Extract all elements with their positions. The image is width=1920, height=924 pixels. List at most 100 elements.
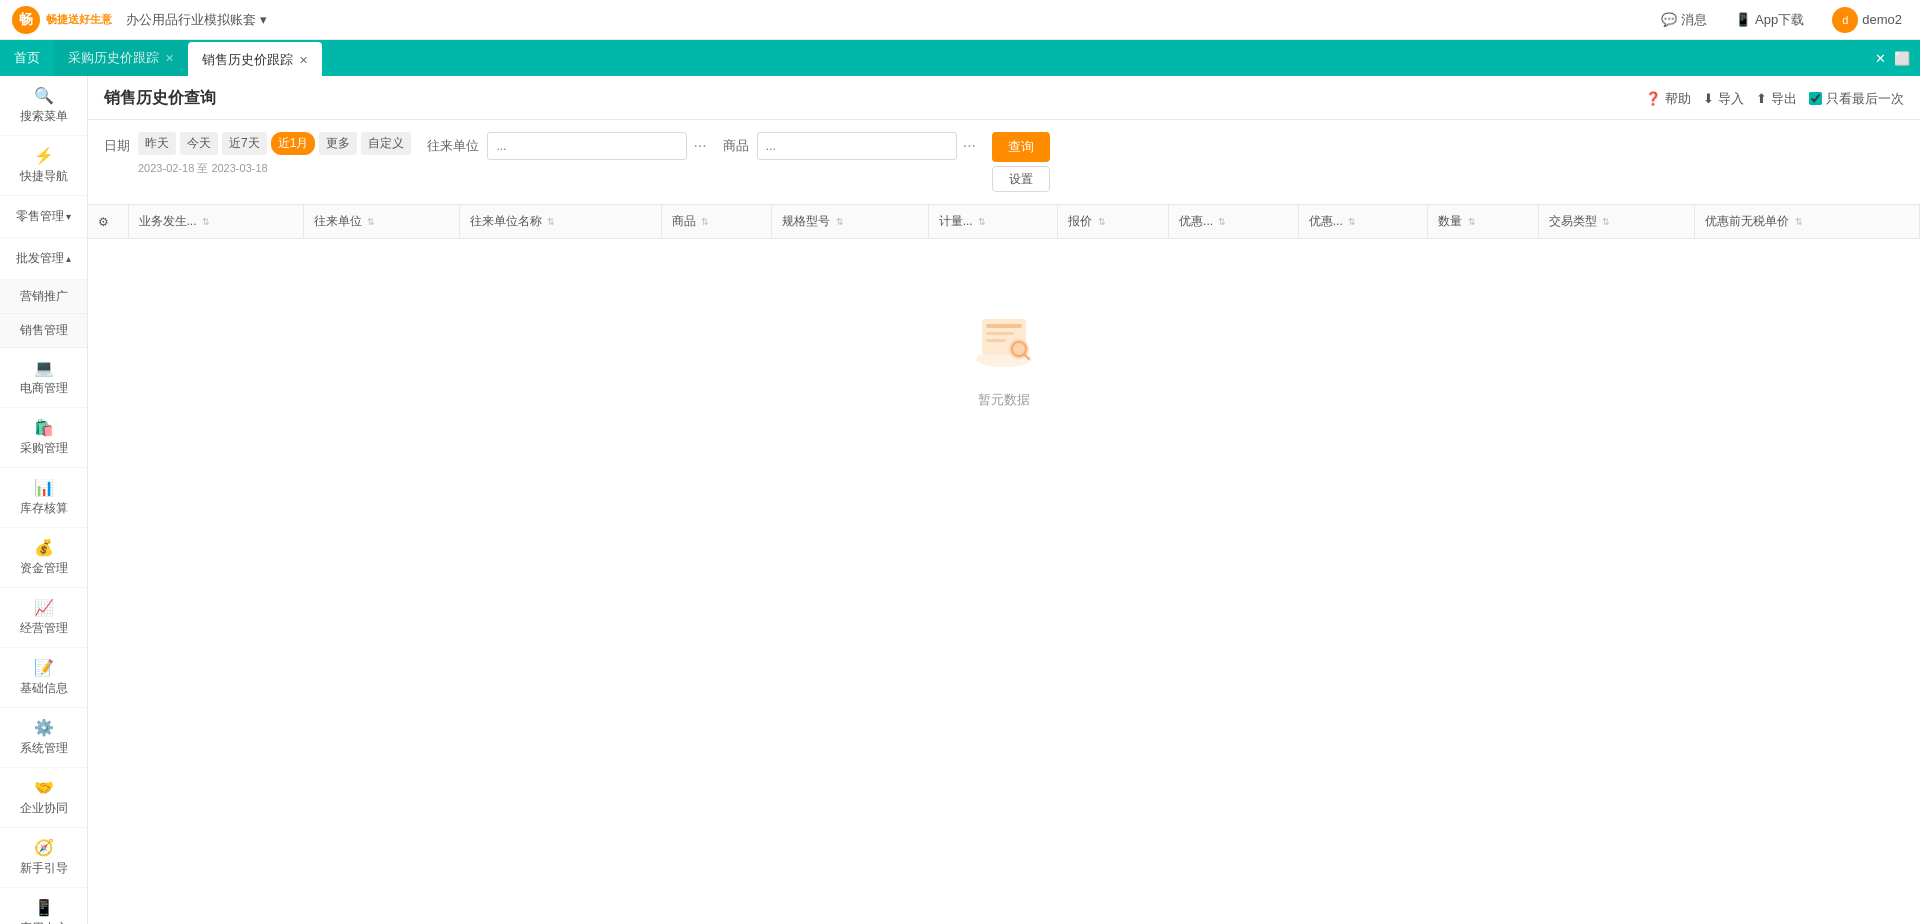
col-partner[interactable]: 往来单位 ⇅ xyxy=(303,205,459,239)
workspace-dropdown-icon: ▾ xyxy=(260,12,267,27)
sidebar-item-ecommerce[interactable]: 💻 电商管理 xyxy=(0,348,87,408)
marketing-label: 营销推广 xyxy=(20,289,68,303)
sidebar: 🔍 搜索菜单 ⚡ 快捷导航 零售管理 ▾ 批发管理 ▴ 营销推广 销售管理 💻 … xyxy=(0,76,88,924)
sidebar-item-enterprise[interactable]: 🤝 企业协同 xyxy=(0,768,87,828)
app-download-button[interactable]: 📱 App下载 xyxy=(1729,8,1810,32)
message-button[interactable]: 💬 消息 xyxy=(1655,8,1713,32)
tab-sales-history[interactable]: 销售历史价跟踪 ✕ xyxy=(188,42,322,76)
col-goods[interactable]: 商品 ⇅ xyxy=(661,205,772,239)
only-last-checkbox[interactable]: 只看最后一次 xyxy=(1809,90,1904,108)
help-button[interactable]: ❓ 帮助 xyxy=(1645,90,1691,108)
message-label: 消息 xyxy=(1681,11,1707,29)
sidebar-item-quicknav[interactable]: ⚡ 快捷导航 xyxy=(0,136,87,196)
tab-close-all-icon[interactable]: ✕ xyxy=(1875,51,1886,66)
date-btn-more[interactable]: 更多 xyxy=(319,132,357,155)
sidebar-item-guide[interactable]: 🧭 新手引导 xyxy=(0,828,87,888)
col-unit[interactable]: 计量... ⇅ xyxy=(928,205,1058,239)
data-table: ⚙ 业务发生... ⇅ 往来单位 ⇅ 往来单位名称 xyxy=(88,205,1920,239)
help-icon: ❓ xyxy=(1645,91,1661,106)
sidebar-item-finance[interactable]: 💰 资金管理 xyxy=(0,528,87,588)
date-btn-today[interactable]: 今天 xyxy=(180,132,218,155)
sort-business-date-icon: ⇅ xyxy=(202,217,210,227)
user-menu[interactable]: d demo2 xyxy=(1826,4,1908,36)
apps-label: 应用中心 xyxy=(20,920,68,924)
date-btn-7days[interactable]: 近7天 xyxy=(222,132,267,155)
top-header: 畅 畅捷送好生意 办公用品行业模拟账套 ▾ 💬 消息 📱 App下载 d dem… xyxy=(0,0,1920,40)
partner-select-icon[interactable]: ··· xyxy=(693,137,706,155)
purchase-history-label: 采购历史价跟踪 xyxy=(68,49,159,67)
col-trade-type-label: 交易类型 xyxy=(1549,214,1597,228)
date-btn-1month[interactable]: 近1月 xyxy=(271,132,316,155)
col-qty[interactable]: 数量 ⇅ xyxy=(1428,205,1539,239)
export-button[interactable]: ⬆ 导出 xyxy=(1756,90,1797,108)
search-icon: 🔍 xyxy=(34,86,54,105)
retail-label: 零售管理 xyxy=(16,208,64,225)
sidebar-item-system[interactable]: ⚙️ 系统管理 xyxy=(0,708,87,768)
sidebar-item-apps[interactable]: 📱 应用中心 xyxy=(0,888,87,924)
tab-purchase-history[interactable]: 采购历史价跟踪 ✕ xyxy=(54,40,188,76)
date-range-text: 2023-02-18 至 2023-03-18 xyxy=(138,161,411,176)
col-spec[interactable]: 规格型号 ⇅ xyxy=(772,205,928,239)
sidebar-item-basic-info[interactable]: 📝 基础信息 xyxy=(0,648,87,708)
sidebar-item-sales-mgmt[interactable]: 销售管理 xyxy=(0,314,87,348)
col-business-date[interactable]: 业务发生... ⇅ xyxy=(128,205,303,239)
col-settings-icon[interactable]: ⚙ xyxy=(98,215,109,229)
ecommerce-label: 电商管理 xyxy=(20,380,68,397)
partner-input[interactable] xyxy=(487,132,687,160)
col-price-before-discount-label: 优惠前无税单价 xyxy=(1705,214,1789,228)
col-discount2[interactable]: 优惠... ⇅ xyxy=(1298,205,1428,239)
col-qty-label: 数量 xyxy=(1438,214,1462,228)
col-partner-name[interactable]: 往来单位名称 ⇅ xyxy=(459,205,661,239)
sidebar-item-wholesale[interactable]: 批发管理 ▴ xyxy=(0,238,87,280)
empty-text: 暂元数据 xyxy=(978,391,1030,409)
only-last-label: 只看最后一次 xyxy=(1826,90,1904,108)
col-price-before-discount[interactable]: 优惠前无税单价 ⇅ xyxy=(1695,205,1920,239)
col-goods-label: 商品 xyxy=(672,214,696,228)
sort-unit-icon: ⇅ xyxy=(978,217,986,227)
sort-quote-icon: ⇅ xyxy=(1098,217,1106,227)
sidebar-item-operations[interactable]: 📈 经营管理 xyxy=(0,588,87,648)
import-icon: ⬇ xyxy=(1703,91,1714,106)
only-last-input[interactable] xyxy=(1809,92,1822,105)
sidebar-item-search[interactable]: 🔍 搜索菜单 xyxy=(0,76,87,136)
sidebar-item-marketing[interactable]: 营销推广 xyxy=(0,280,87,314)
sales-history-label: 销售历史价跟踪 xyxy=(202,51,293,69)
content-area: 销售历史价查询 ❓ 帮助 ⬇ 导入 ⬆ 导出 xyxy=(88,76,1920,924)
col-settings[interactable]: ⚙ xyxy=(88,205,128,239)
sidebar-item-retail[interactable]: 零售管理 ▾ xyxy=(0,196,87,238)
col-discount1[interactable]: 优惠... ⇅ xyxy=(1169,205,1299,239)
date-btn-yesterday[interactable]: 昨天 xyxy=(138,132,176,155)
guide-label: 新手引导 xyxy=(20,860,68,877)
tab-sales-close-icon[interactable]: ✕ xyxy=(299,54,308,67)
col-trade-type[interactable]: 交易类型 ⇅ xyxy=(1539,205,1695,239)
date-btn-custom[interactable]: 自定义 xyxy=(361,132,411,155)
purchase-label: 采购管理 xyxy=(20,440,68,457)
goods-select-icon[interactable]: ··· xyxy=(963,137,976,155)
search-button[interactable]: 查询 xyxy=(992,132,1050,162)
col-quote[interactable]: 报价 ⇅ xyxy=(1058,205,1169,239)
sales-mgmt-label: 销售管理 xyxy=(20,323,68,337)
logo-text: 畅捷送好生意 xyxy=(46,13,112,26)
tab-actions: ✕ ⬜ xyxy=(1865,51,1920,66)
logo-icon: 畅 xyxy=(12,6,40,34)
col-discount1-label: 优惠... xyxy=(1179,214,1213,228)
settings-button[interactable]: 设置 xyxy=(992,166,1050,192)
tab-home[interactable]: 首页 xyxy=(0,40,54,76)
empty-state: 暂元数据 xyxy=(88,239,1920,469)
finance-label: 资金管理 xyxy=(20,560,68,577)
sidebar-item-purchase[interactable]: 🛍️ 采购管理 xyxy=(0,408,87,468)
table-header: ⚙ 业务发生... ⇅ 往来单位 ⇅ 往来单位名称 xyxy=(88,205,1920,239)
tab-purchase-close-icon[interactable]: ✕ xyxy=(165,52,174,65)
tab-maximize-icon[interactable]: ⬜ xyxy=(1894,51,1910,66)
basic-info-label: 基础信息 xyxy=(20,680,68,697)
wholesale-arrow-icon: ▴ xyxy=(66,253,71,264)
goods-filter-field: ··· xyxy=(757,132,976,160)
export-icon: ⬆ xyxy=(1756,91,1767,106)
goods-input[interactable] xyxy=(757,132,957,160)
workspace-selector[interactable]: 办公用品行业模拟账套 ▾ xyxy=(120,9,273,31)
sidebar-search-label: 搜索菜单 xyxy=(20,108,68,125)
export-label: 导出 xyxy=(1771,90,1797,108)
sidebar-item-inventory[interactable]: 📊 库存核算 xyxy=(0,468,87,528)
logo-area: 畅 畅捷送好生意 xyxy=(12,6,112,34)
import-button[interactable]: ⬇ 导入 xyxy=(1703,90,1744,108)
